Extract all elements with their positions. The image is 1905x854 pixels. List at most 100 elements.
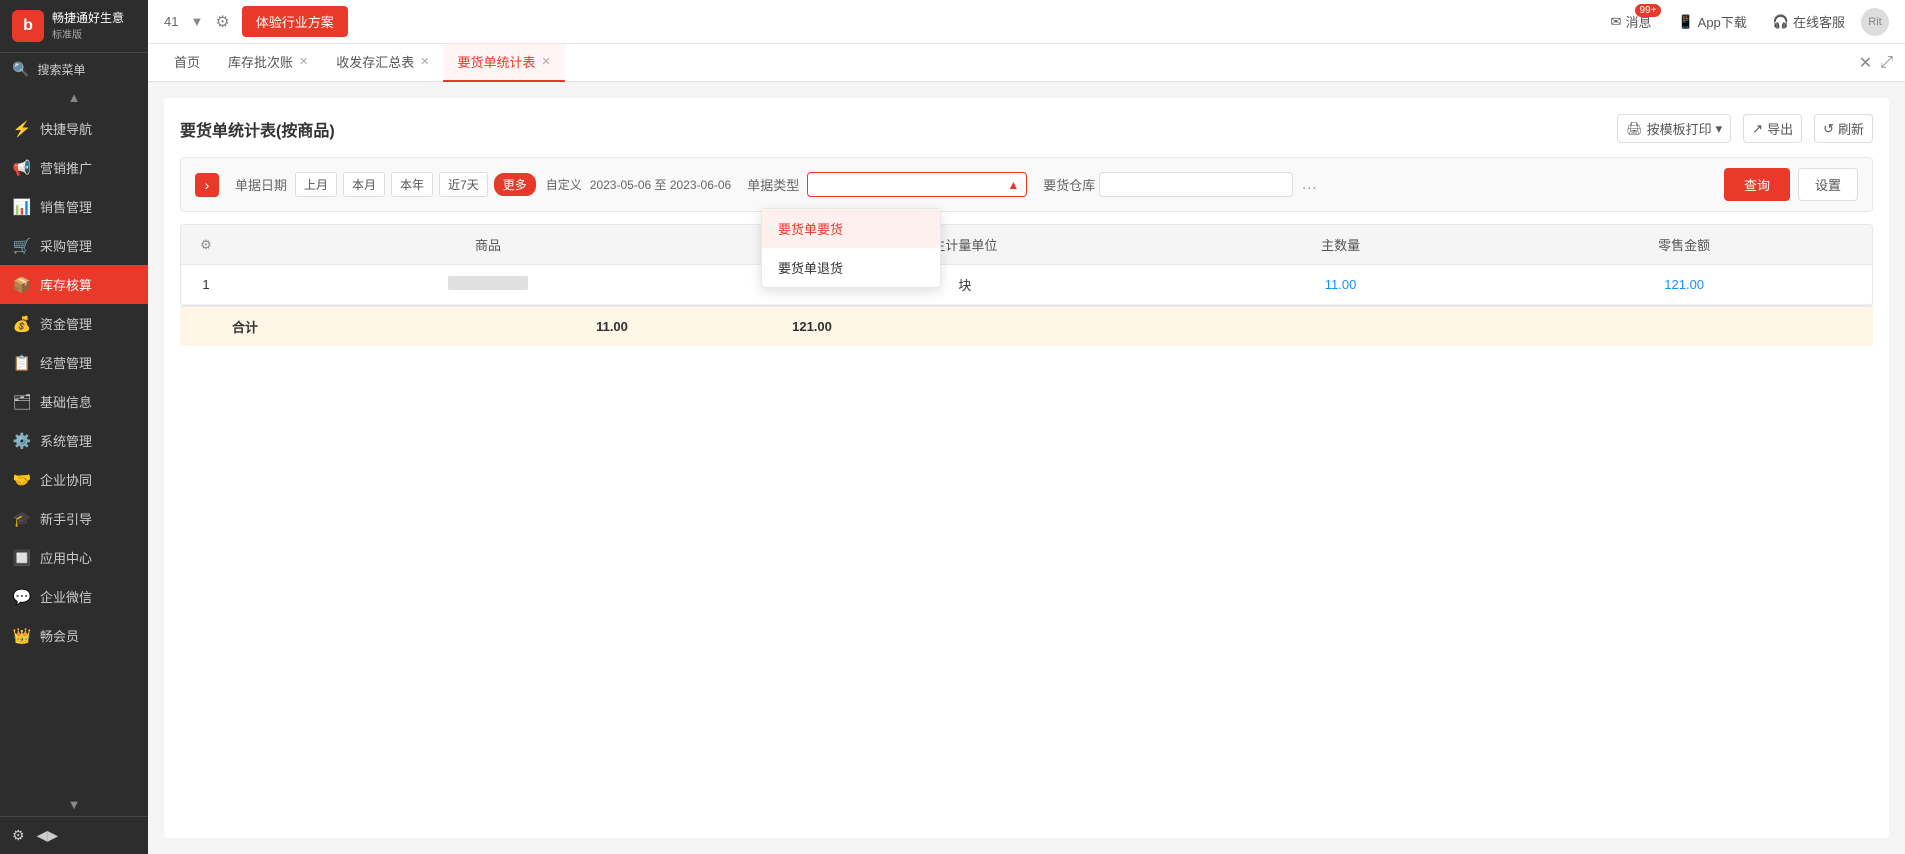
warehouse-input[interactable] [1099, 172, 1293, 197]
tab-inventory-batch[interactable]: 库存批次账 ✕ [214, 44, 322, 82]
guide-icon: 🎓 [12, 510, 32, 528]
tab-order-stats[interactable]: 要货单统计表 ✕ [443, 44, 564, 82]
export-btn[interactable]: ↗ 导出 [1743, 114, 1802, 143]
col-settings[interactable]: ⚙ [181, 225, 231, 265]
sidebar-item-label: 企业微信 [40, 587, 92, 606]
refresh-btn[interactable]: ↺ 刷新 [1814, 114, 1873, 143]
basics-icon: 🗂 [12, 393, 32, 411]
col-quantity: 主数量 [1185, 225, 1496, 265]
sidebar-item-finance[interactable]: 💰 资金管理 [0, 304, 148, 343]
sidebar-item-label: 应用中心 [40, 548, 92, 567]
print-btn[interactable]: 🖨 按模板打印 ▾ [1617, 114, 1731, 143]
sidebar-item-quick-nav[interactable]: ⚡ 快捷导航 [0, 109, 148, 148]
doc-type-input[interactable] [807, 172, 1027, 197]
query-btn[interactable]: 查询 [1724, 168, 1790, 201]
sidebar-logo: b 畅捷通好生意 标准版 [0, 0, 148, 53]
sidebar-item-label: 资金管理 [40, 314, 92, 333]
sidebar-item-enterprise[interactable]: 🤝 企业协同 [0, 460, 148, 499]
tab-inventory-batch-close[interactable]: ✕ [299, 55, 308, 68]
topbar-breadcrumb: 41 [164, 14, 178, 29]
footer-settings-btn[interactable]: ⚙ [12, 827, 25, 844]
sidebar-item-sales[interactable]: 📊 销售管理 [0, 187, 148, 226]
footer-quantity: 11.00 [552, 319, 672, 334]
table-settings-icon[interactable]: ⚙ [200, 237, 212, 252]
table-footer: 合计 11.00 121.00 [180, 306, 1873, 346]
sidebar-item-basics[interactable]: 🗂 基础信息 [0, 382, 148, 421]
export-icon: ↗ [1752, 121, 1763, 137]
row-product [231, 265, 745, 305]
tab-expand-btn[interactable]: ⤢ [1880, 54, 1893, 72]
footer-toggle-btn[interactable]: ◀▶ [37, 827, 59, 844]
filter-date-group: 单据日期 上月 本月 本年 近7天 更多 自定义 2023-05-06 至 20… [235, 172, 731, 197]
more-filters-btn[interactable]: … [1301, 176, 1317, 194]
dropdown-item-order-goods[interactable]: 要货单要货 [762, 209, 940, 248]
sidebar: b 畅捷通好生意 标准版 🔍 搜索菜单 ▲ ⚡ 快捷导航 📢 营销推广 📊 销售… [0, 0, 148, 854]
table-head: ⚙ 商品 主计量单位 主数量 零售金额 [181, 225, 1872, 265]
app-sub: 标准版 [52, 26, 124, 41]
user-avatar[interactable]: Rit [1861, 8, 1889, 36]
date-label: 单据日期 [235, 175, 287, 194]
topbar-left: 41 ▼ ⚙ 体验行业方案 [164, 6, 1611, 37]
page-content: 要货单统计表(按商品) 🖨 按模板打印 ▾ ↗ 导出 ↺ 刷新 [148, 82, 1905, 854]
topbar: 41 ▼ ⚙ 体验行业方案 ✉ 消息 99+ 📱 App下载 🎧 在线客服 Ri… [148, 0, 1905, 44]
tab-home[interactable]: 首页 [160, 44, 214, 82]
finance-icon: 💰 [12, 315, 32, 333]
app-download-btn[interactable]: 📱 App下载 [1677, 12, 1746, 31]
trial-btn[interactable]: 体验行业方案 [242, 6, 348, 37]
notifications-btn[interactable]: ✉ 消息 99+ [1611, 12, 1652, 31]
tab-close-all-btn[interactable]: ✕ [1859, 53, 1872, 73]
footer-values: 11.00 121.00 [372, 319, 1861, 334]
sidebar-item-purchase[interactable]: 🛒 采购管理 [0, 226, 148, 265]
dropdown-item-order-return[interactable]: 要货单退货 [762, 248, 940, 287]
doc-type-label: 单据类型 [747, 175, 799, 194]
sales-icon: 📊 [12, 198, 32, 216]
page-title: 要货单统计表(按商品) [180, 117, 335, 141]
sidebar-item-app-center[interactable]: 🔲 应用中心 [0, 538, 148, 577]
wechat-biz-icon: 💬 [12, 588, 32, 606]
customer-service-label: 在线客服 [1793, 12, 1845, 31]
notifications-badge: 99+ [1635, 4, 1662, 17]
custom-label: 自定义 [546, 176, 582, 193]
tab-home-label: 首页 [174, 52, 200, 71]
sidebar-item-operations[interactable]: 📋 经营管理 [0, 343, 148, 382]
sidebar-item-inventory[interactable]: 📦 库存核算 [0, 265, 148, 304]
sidebar-item-member[interactable]: 👑 畅会员 [0, 616, 148, 655]
customer-service-btn[interactable]: 🎧 在线客服 [1773, 12, 1845, 31]
sidebar-nav: ⚡ 快捷导航 📢 营销推广 📊 销售管理 🛒 采购管理 📦 库存核算 💰 资金管… [0, 109, 148, 793]
refresh-icon: ↺ [1823, 121, 1834, 137]
last-7-days-btn[interactable]: 近7天 [439, 172, 488, 197]
more-dates-btn[interactable]: 更多 [494, 173, 536, 196]
app-name: 畅捷通好生意 [52, 11, 124, 27]
marketing-icon: 📢 [12, 159, 32, 177]
topbar-right: ✉ 消息 99+ 📱 App下载 🎧 在线客服 Rit [1611, 8, 1889, 36]
this-month-btn[interactable]: 本月 [343, 172, 385, 197]
tab-receivables-close[interactable]: ✕ [420, 55, 429, 68]
sidebar-search[interactable]: 🔍 搜索菜单 [0, 53, 148, 86]
this-year-btn[interactable]: 本年 [391, 172, 433, 197]
last-month-btn[interactable]: 上月 [295, 172, 337, 197]
filter-expand-btn[interactable]: › [195, 173, 219, 197]
row-num: 1 [181, 265, 231, 305]
tab-receivables-label: 收发存汇总表 [336, 52, 414, 71]
sidebar-item-marketing[interactable]: 📢 营销推广 [0, 148, 148, 187]
tab-inventory-batch-label: 库存批次账 [228, 52, 293, 71]
table-row: 1 块 11.00 121.00 [181, 265, 1872, 305]
sidebar-item-label: 畅会员 [40, 626, 79, 645]
print-icon: 🖨 [1626, 121, 1643, 137]
sidebar-item-system[interactable]: ⚙️ 系统管理 [0, 421, 148, 460]
tab-order-stats-close[interactable]: ✕ [542, 55, 551, 68]
mobile-icon: 📱 [1677, 14, 1693, 30]
filter-settings-btn[interactable]: 设置 [1798, 168, 1858, 201]
tabs-actions: ✕ ⤢ [1859, 53, 1893, 73]
quick-nav-icon: ⚡ [12, 120, 32, 138]
page-actions: 🖨 按模板打印 ▾ ↗ 导出 ↺ 刷新 [1617, 114, 1873, 143]
sidebar-item-wechat-biz[interactable]: 💬 企业微信 [0, 577, 148, 616]
data-table: ⚙ 商品 主计量单位 主数量 零售金额 1 [181, 225, 1872, 305]
sidebar-scroll-up[interactable]: ▲ [0, 86, 148, 109]
sidebar-scroll-down[interactable]: ▼ [0, 793, 148, 816]
sidebar-item-label: 系统管理 [40, 431, 92, 450]
tab-receivables-summary[interactable]: 收发存汇总表 ✕ [322, 44, 443, 82]
topbar-settings-icon[interactable]: ⚙ [215, 12, 229, 32]
sidebar-item-guide[interactable]: 🎓 新手引导 [0, 499, 148, 538]
sidebar-item-label: 库存核算 [40, 275, 92, 294]
